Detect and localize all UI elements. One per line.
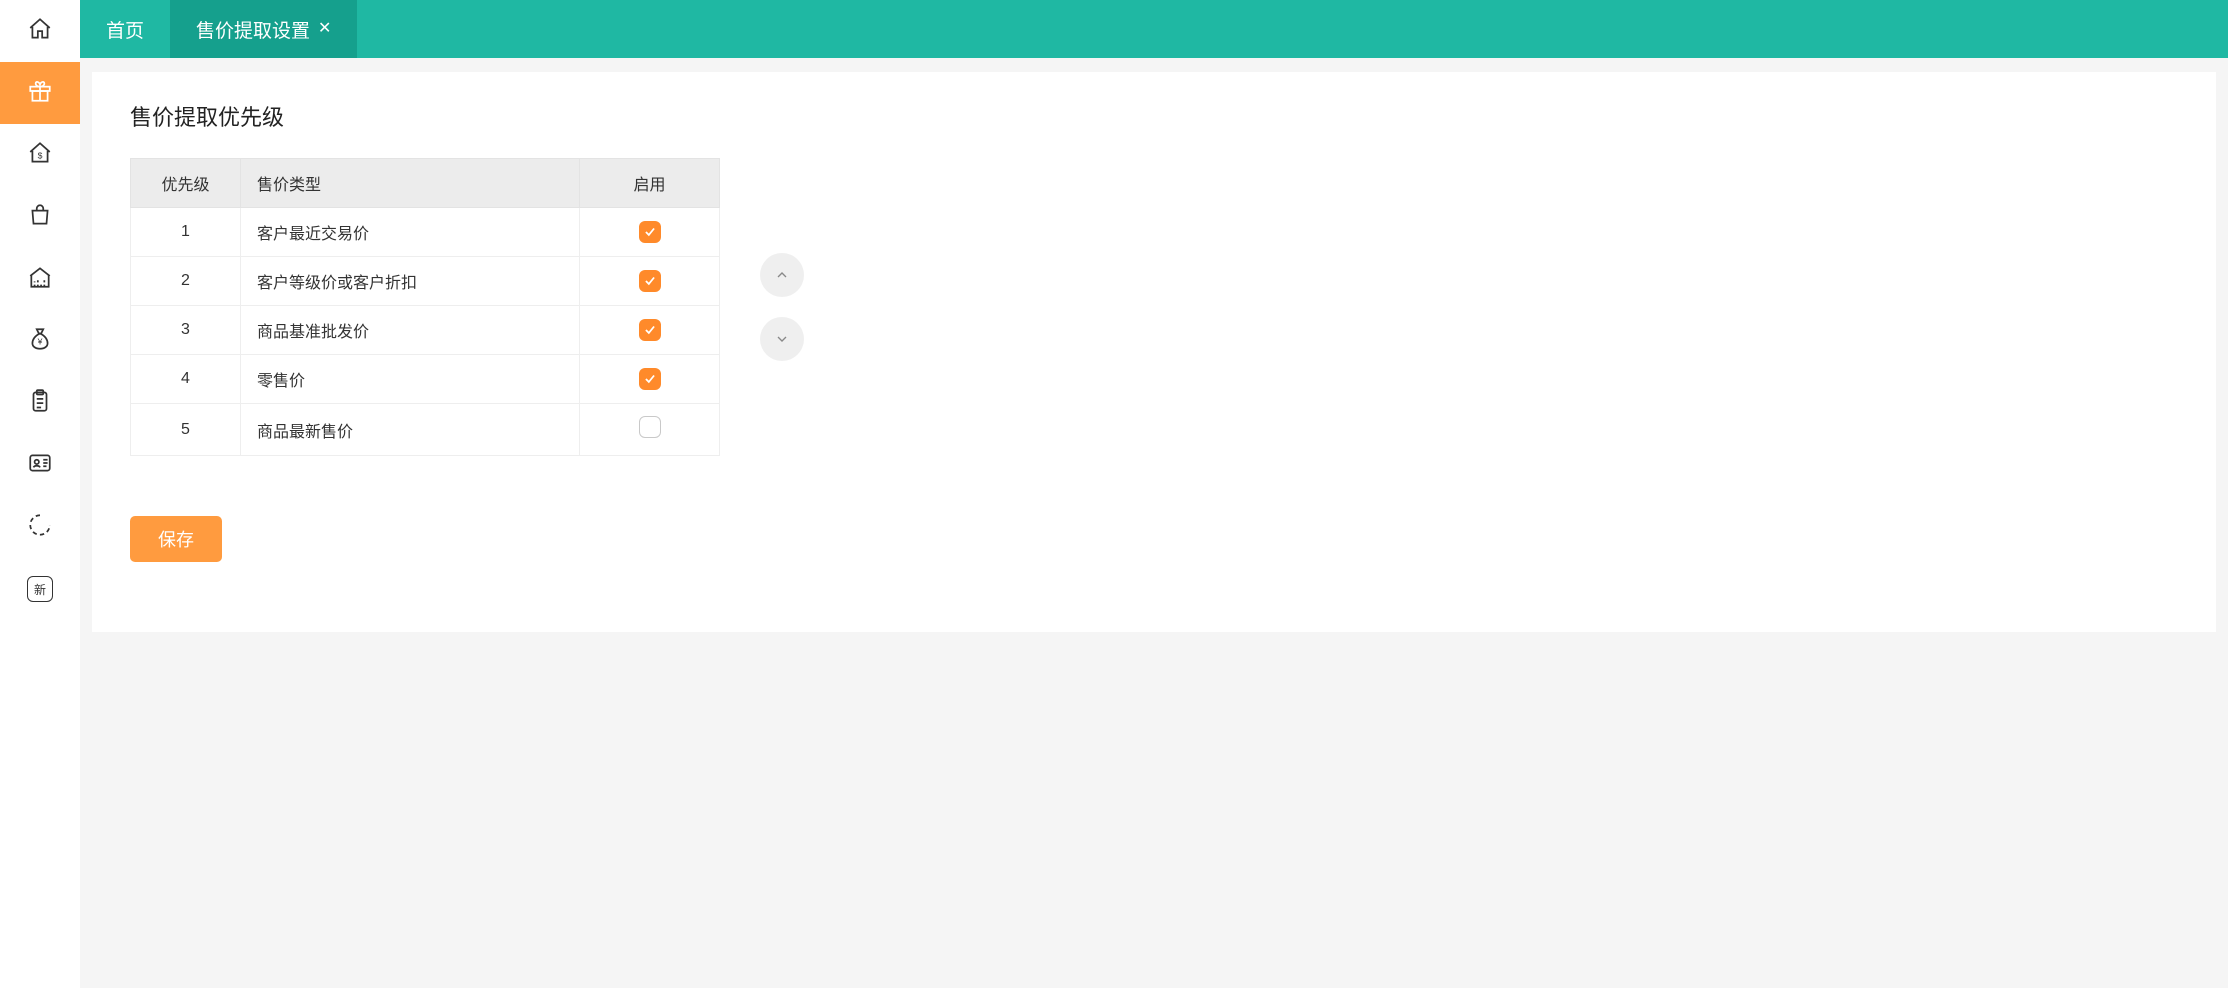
tab-price-extract-settings[interactable]: 售价提取设置 ✕	[170, 0, 357, 58]
sidebar-item-home[interactable]	[0, 0, 80, 62]
move-up-button[interactable]	[760, 253, 804, 297]
enable-checkbox[interactable]	[639, 368, 661, 390]
col-header-priority: 优先级	[131, 159, 241, 208]
move-buttons	[760, 253, 804, 361]
tab-label: 首页	[106, 16, 144, 43]
enable-checkbox[interactable]	[639, 319, 661, 341]
check-icon	[643, 372, 657, 386]
tab-bar: 首页 售价提取设置 ✕	[80, 0, 2228, 58]
home-icon	[27, 16, 53, 47]
cell-type: 商品基准批发价	[241, 306, 580, 355]
warehouse-icon	[27, 264, 53, 295]
table-row[interactable]: 2 客户等级价或客户折扣	[131, 257, 720, 306]
sidebar-item-bag[interactable]	[0, 186, 80, 248]
enable-checkbox[interactable]	[639, 416, 661, 438]
cell-priority: 1	[131, 208, 241, 257]
close-icon[interactable]: ✕	[318, 21, 331, 37]
sidebar-item-new[interactable]: 新	[0, 558, 80, 620]
check-icon	[643, 274, 657, 288]
cell-priority: 5	[131, 404, 241, 456]
sidebar-item-loading[interactable]	[0, 496, 80, 558]
col-header-type: 售价类型	[241, 159, 580, 208]
sidebar-item-money-home[interactable]: $	[0, 124, 80, 186]
cell-type: 商品最新售价	[241, 404, 580, 456]
enable-checkbox[interactable]	[639, 221, 661, 243]
clipboard-icon	[27, 388, 53, 419]
cell-enable	[580, 306, 720, 355]
chevron-down-icon	[774, 331, 790, 347]
sidebar-item-gift[interactable]	[0, 62, 80, 124]
table-row[interactable]: 4 零售价	[131, 355, 720, 404]
priority-table: 优先级 售价类型 启用 1 客户最近交易价	[130, 158, 720, 456]
sidebar-item-clipboard[interactable]	[0, 372, 80, 434]
main: 首页 售价提取设置 ✕ 售价提取优先级 优先级 售价类型 启用	[80, 0, 2228, 988]
table-area: 优先级 售价类型 启用 1 客户最近交易价	[130, 158, 2178, 456]
cell-enable	[580, 208, 720, 257]
sidebar-item-warehouse[interactable]	[0, 248, 80, 310]
enable-checkbox[interactable]	[639, 270, 661, 292]
table-header-row: 优先级 售价类型 启用	[131, 159, 720, 208]
cell-enable	[580, 404, 720, 456]
check-icon	[643, 225, 657, 239]
move-down-button[interactable]	[760, 317, 804, 361]
content-wrap: 售价提取优先级 优先级 售价类型 启用 1 客户最近交易价	[80, 58, 2228, 662]
table-row[interactable]: 5 商品最新售价	[131, 404, 720, 456]
cell-type: 零售价	[241, 355, 580, 404]
sidebar: $ ¥ 新	[0, 0, 80, 988]
sidebar-item-yuan-bag[interactable]: ¥	[0, 310, 80, 372]
new-icon: 新	[27, 576, 53, 602]
gift-icon	[27, 78, 53, 109]
cell-priority: 3	[131, 306, 241, 355]
save-button[interactable]: 保存	[130, 516, 222, 562]
tab-label: 售价提取设置	[196, 16, 310, 43]
page-title: 售价提取优先级	[130, 100, 2178, 132]
col-header-enable: 启用	[580, 159, 720, 208]
cell-priority: 2	[131, 257, 241, 306]
bag-icon	[27, 202, 53, 233]
priority-table-body: 1 客户最近交易价 2 客户等级价或客户折扣	[131, 208, 720, 456]
cell-enable	[580, 257, 720, 306]
yuan-bag-icon: ¥	[27, 326, 53, 357]
sidebar-item-id-card[interactable]	[0, 434, 80, 496]
content-card: 售价提取优先级 优先级 售价类型 启用 1 客户最近交易价	[92, 72, 2216, 632]
chevron-up-icon	[774, 267, 790, 283]
loading-icon	[27, 512, 53, 543]
cell-type: 客户等级价或客户折扣	[241, 257, 580, 306]
money-home-icon: $	[27, 140, 53, 171]
check-icon	[643, 323, 657, 337]
id-card-icon	[27, 450, 53, 481]
cell-priority: 4	[131, 355, 241, 404]
table-row[interactable]: 3 商品基准批发价	[131, 306, 720, 355]
table-row[interactable]: 1 客户最近交易价	[131, 208, 720, 257]
cell-type: 客户最近交易价	[241, 208, 580, 257]
svg-text:¥: ¥	[37, 336, 43, 346]
cell-enable	[580, 355, 720, 404]
svg-text:$: $	[38, 150, 43, 160]
tab-home[interactable]: 首页	[80, 0, 170, 58]
